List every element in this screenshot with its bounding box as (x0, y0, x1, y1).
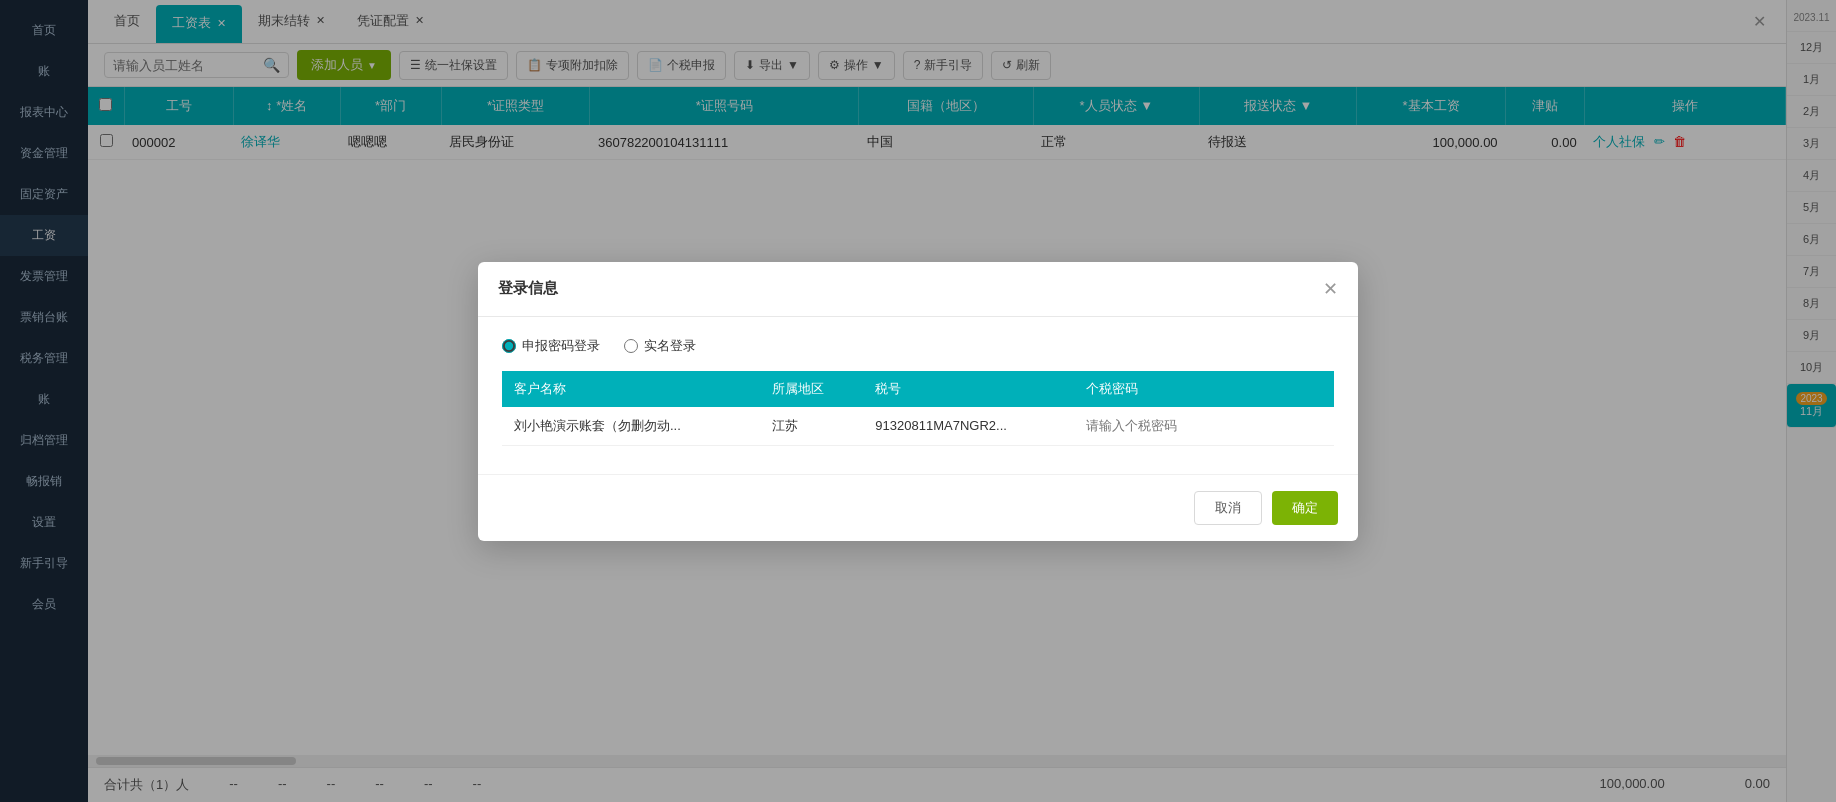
login-type-radio-group: 申报密码登录 实名登录 (502, 337, 1334, 355)
main-area: 首页 工资表 ✕ 期末结转 ✕ 凭证配置 ✕ ✕ 🔍 添加人员 (88, 0, 1786, 802)
dialog-cell-name: 刘小艳演示账套（勿删勿动... (502, 407, 760, 446)
dialog-col-taxno: 税号 (863, 371, 1074, 407)
dialog-cell-taxno: 91320811MA7NGR2... (863, 407, 1074, 446)
dialog-overlay: 登录信息 ✕ 申报密码登录 实名登录 (0, 0, 1836, 802)
dialog-title: 登录信息 (498, 279, 558, 298)
confirm-button[interactable]: 确定 (1272, 491, 1338, 525)
tax-password-input[interactable] (1086, 418, 1322, 433)
dialog-col-region: 所属地区 (760, 371, 863, 407)
login-dialog: 登录信息 ✕ 申报密码登录 实名登录 (478, 262, 1358, 541)
cancel-button[interactable]: 取消 (1194, 491, 1262, 525)
dialog-body: 申报密码登录 实名登录 客户名称 所属地区 税号 (478, 317, 1358, 474)
dialog-header: 登录信息 ✕ (478, 262, 1358, 317)
dialog-col-name: 客户名称 (502, 371, 760, 407)
dialog-table: 客户名称 所属地区 税号 个税密码 刘小艳演示账套（勿删勿动... 江苏 913… (502, 371, 1334, 446)
dialog-close-button[interactable]: ✕ (1323, 278, 1338, 300)
dialog-col-password: 个税密码 (1074, 371, 1334, 407)
radio-password-login[interactable]: 申报密码登录 (502, 337, 600, 355)
dialog-cell-password[interactable] (1074, 407, 1334, 446)
radio-realname-login[interactable]: 实名登录 (624, 337, 696, 355)
dialog-cell-region: 江苏 (760, 407, 863, 446)
dialog-table-row: 刘小艳演示账套（勿删勿动... 江苏 91320811MA7NGR2... (502, 407, 1334, 446)
dialog-footer: 取消 确定 (478, 474, 1358, 541)
